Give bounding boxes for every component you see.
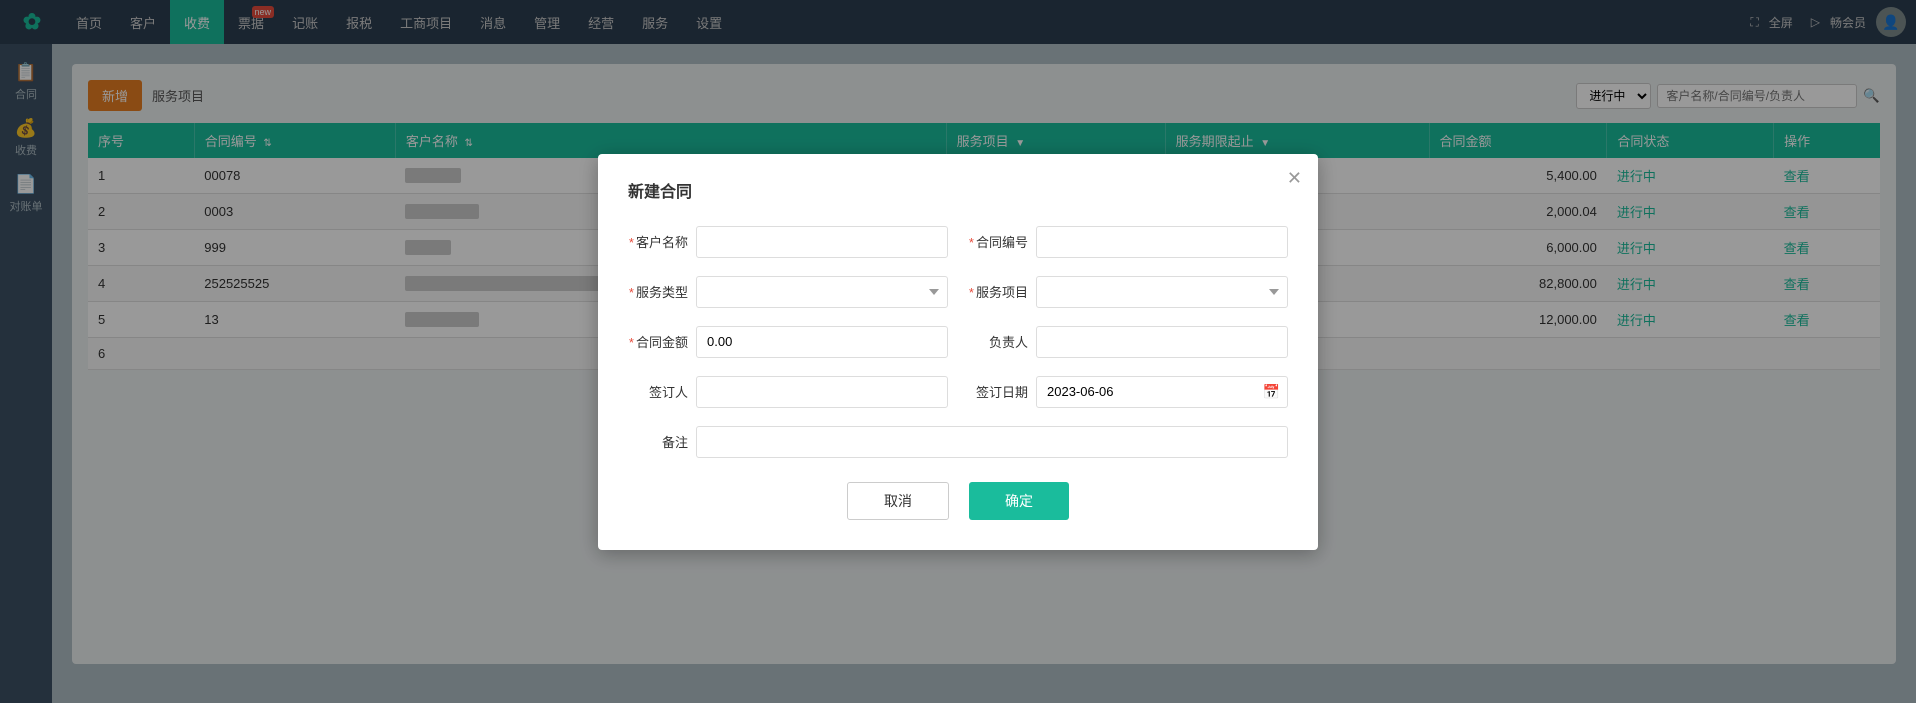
- form-row-1: *客户名称 *合同编号: [628, 226, 1288, 258]
- modal-footer: 取消 确定: [628, 482, 1288, 520]
- modal-title: 新建合同: [628, 178, 1288, 202]
- remark-group: 备注: [628, 426, 1288, 458]
- cancel-button[interactable]: 取消: [847, 482, 949, 520]
- service-type-select[interactable]: [696, 276, 948, 308]
- required-star: *: [969, 285, 974, 300]
- sign-date-wrapper: 📅: [1036, 376, 1288, 408]
- contract-amount-label: *合同金额: [628, 332, 688, 351]
- required-star: *: [629, 335, 634, 350]
- responsible-label: 负责人: [968, 332, 1028, 351]
- contract-no-label: *合同编号: [968, 232, 1028, 251]
- service-type-label: *服务类型: [628, 282, 688, 301]
- required-star: *: [969, 235, 974, 250]
- form-row-4: 签订人 签订日期 📅: [628, 376, 1288, 408]
- sign-date-group: 签订日期 📅: [968, 376, 1288, 408]
- customer-name-group: *客户名称: [628, 226, 948, 258]
- form-row-5: 备注: [628, 426, 1288, 458]
- contract-amount-group: *合同金额: [628, 326, 948, 358]
- signer-group: 签订人: [628, 376, 948, 408]
- new-contract-modal: ✕ 新建合同 *客户名称 *合同编号 *服务类型: [598, 154, 1318, 550]
- customer-name-input[interactable]: [696, 226, 948, 258]
- contract-no-input[interactable]: [1036, 226, 1288, 258]
- responsible-group: 负责人: [968, 326, 1288, 358]
- remark-label: 备注: [628, 432, 688, 451]
- sign-date-input[interactable]: [1036, 376, 1288, 408]
- form-row-2: *服务类型 *服务项目: [628, 276, 1288, 308]
- remark-input[interactable]: [696, 426, 1288, 458]
- signer-input[interactable]: [696, 376, 948, 408]
- calendar-icon[interactable]: 📅: [1263, 383, 1280, 400]
- sign-date-label: 签订日期: [968, 382, 1028, 401]
- modal-close-button[interactable]: ✕: [1287, 168, 1302, 189]
- confirm-button[interactable]: 确定: [969, 482, 1069, 520]
- signer-label: 签订人: [628, 382, 688, 401]
- required-star: *: [629, 235, 634, 250]
- service-type-group: *服务类型: [628, 276, 948, 308]
- service-item-label: *服务项目: [968, 282, 1028, 301]
- required-star: *: [629, 285, 634, 300]
- service-item-group: *服务项目: [968, 276, 1288, 308]
- contract-amount-input[interactable]: [696, 326, 948, 358]
- customer-name-label: *客户名称: [628, 232, 688, 251]
- modal-overlay[interactable]: ✕ 新建合同 *客户名称 *合同编号 *服务类型: [0, 0, 1916, 703]
- service-item-select[interactable]: [1036, 276, 1288, 308]
- contract-no-group: *合同编号: [968, 226, 1288, 258]
- responsible-input[interactable]: [1036, 326, 1288, 358]
- form-row-3: *合同金额 负责人: [628, 326, 1288, 358]
